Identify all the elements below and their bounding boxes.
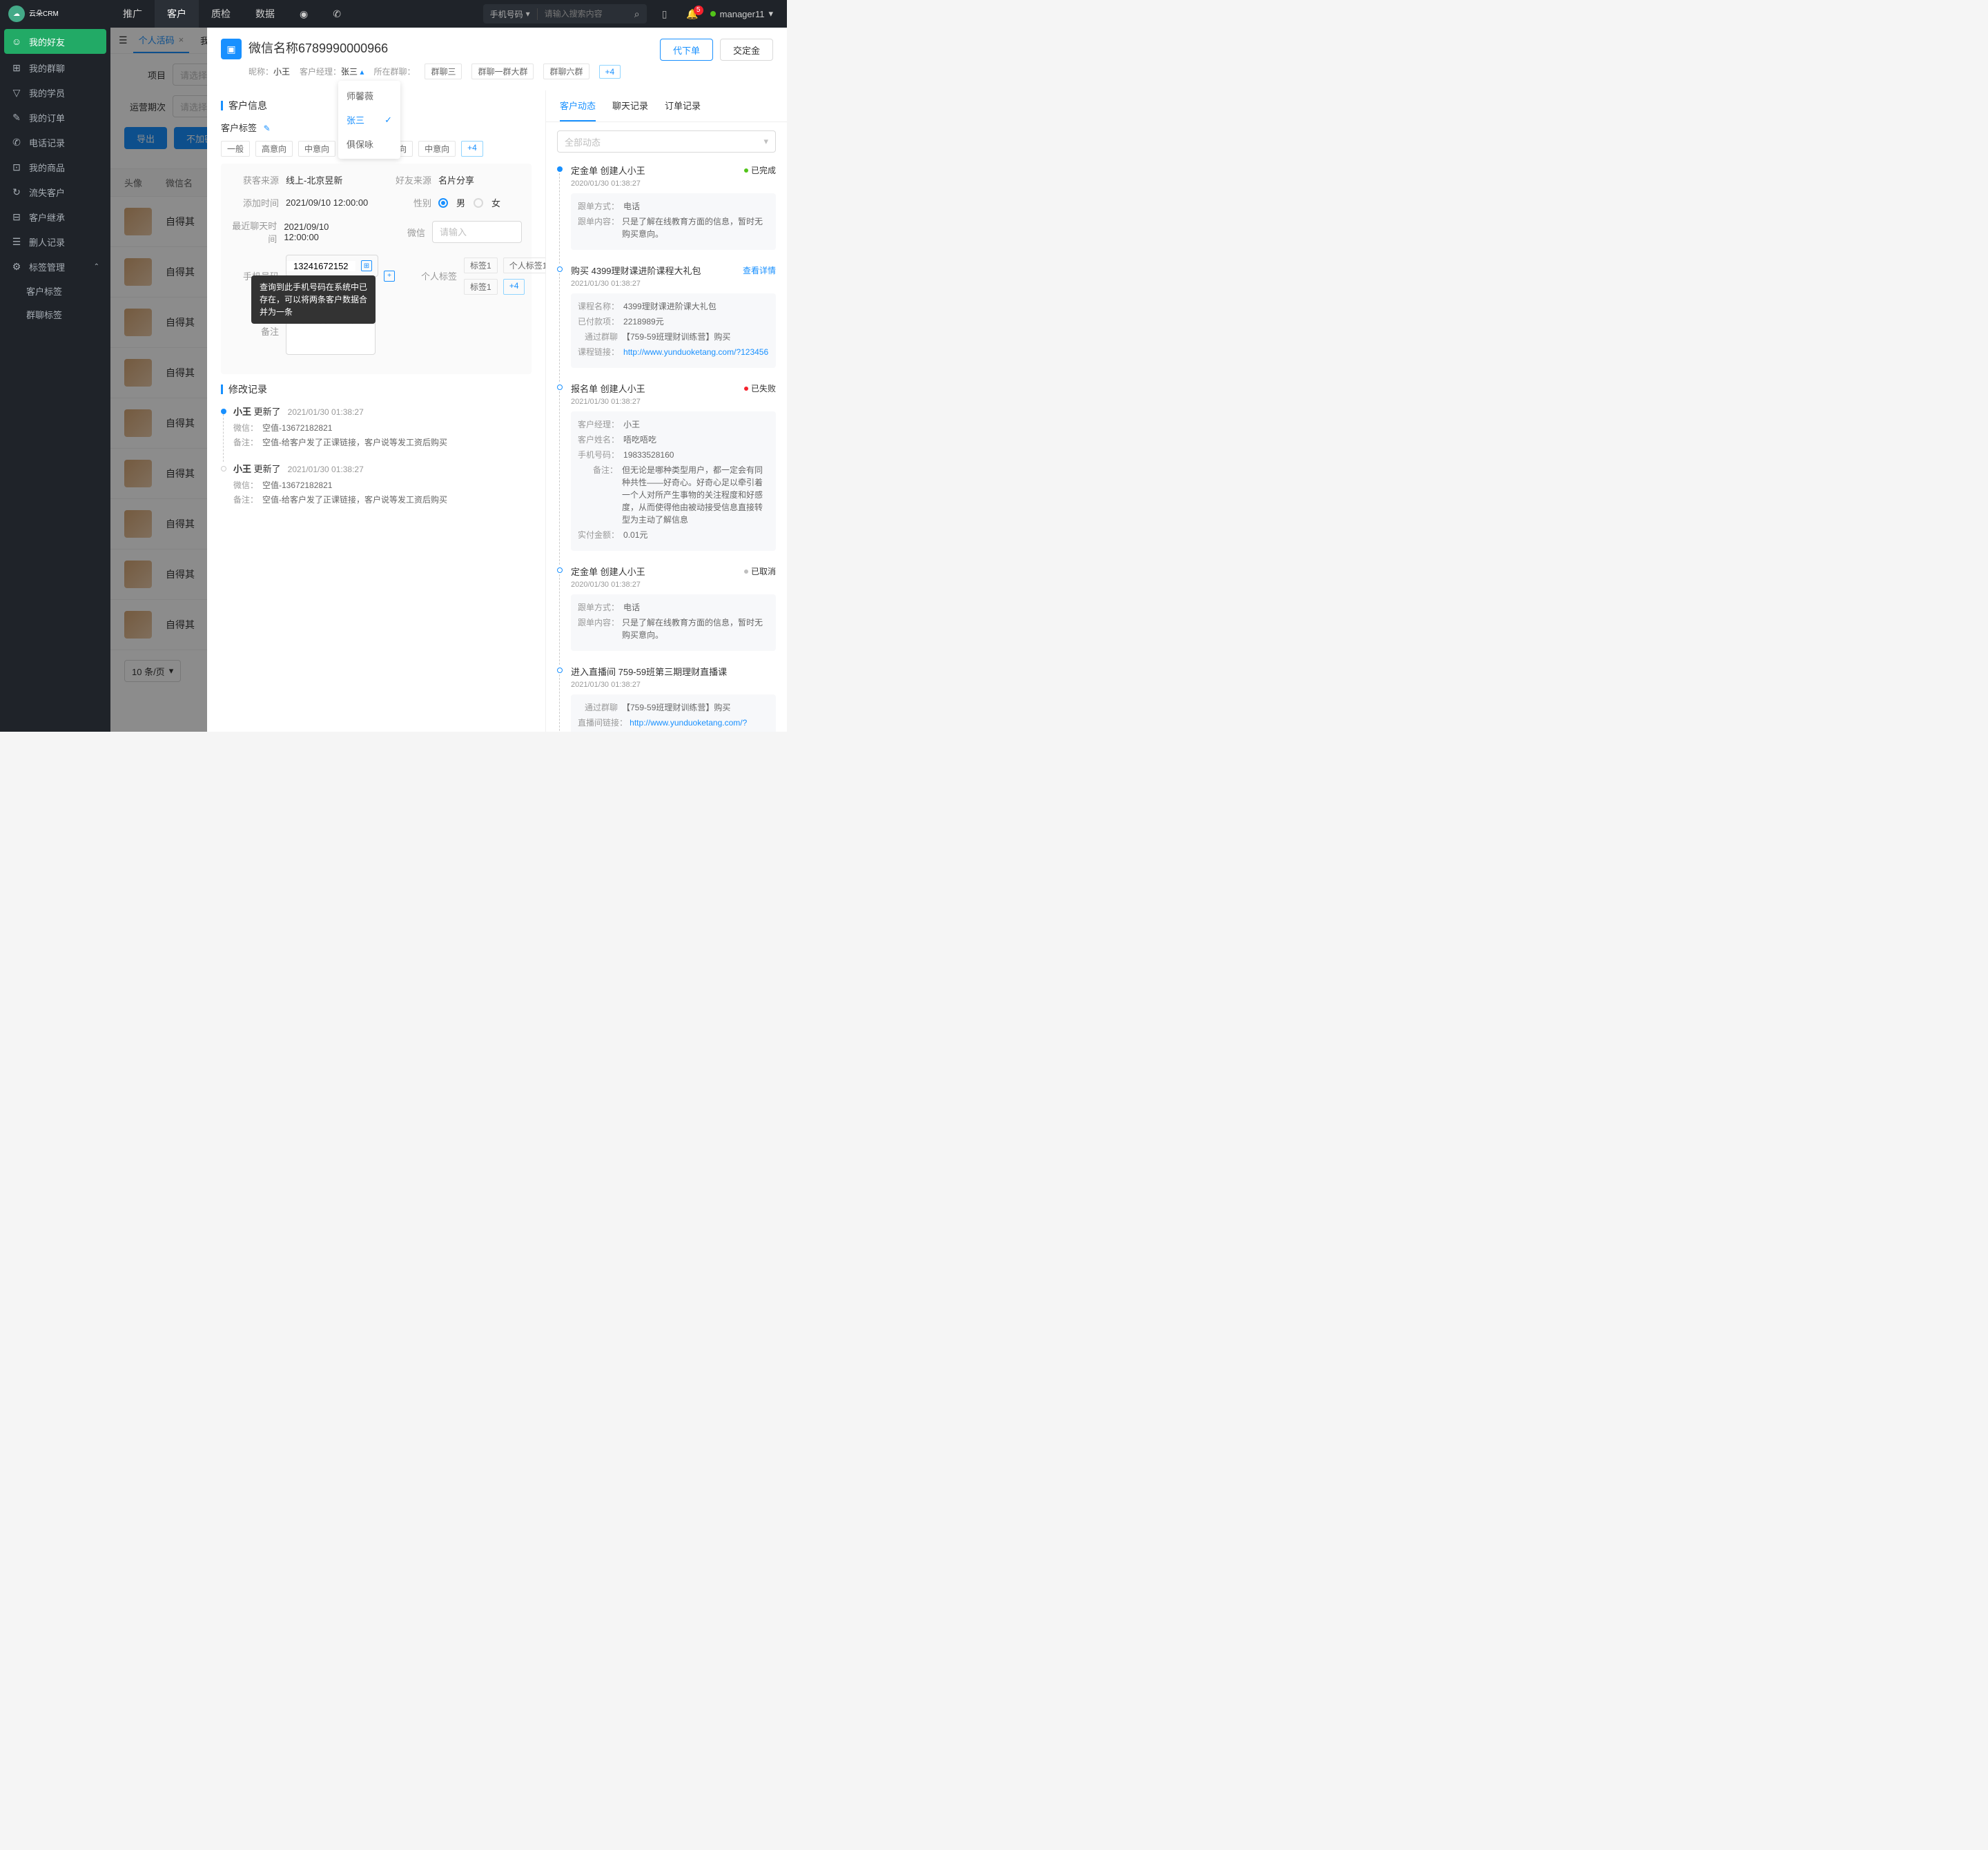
timeline-dot — [557, 266, 563, 272]
tag-chip[interactable]: 中意向 — [298, 141, 335, 157]
sidebar-item-inherit[interactable]: ⊟客户继承 — [0, 204, 110, 229]
chevron-up-icon: ⌃ — [94, 263, 99, 271]
status-badge: 已失败 — [744, 382, 776, 394]
tag-chip[interactable]: 高意向 — [255, 141, 293, 157]
rtab-chat[interactable]: 聊天记录 — [612, 90, 648, 121]
logo-brand: 云朵CRM — [29, 10, 59, 18]
phone-check-icon[interactable]: ⊞ — [361, 260, 372, 271]
order-button[interactable]: 代下单 — [660, 39, 713, 61]
radio-female[interactable] — [474, 198, 483, 208]
tag-label: 客户标签 — [221, 123, 257, 133]
deposit-button[interactable]: 交定金 — [720, 39, 773, 61]
search-type-select[interactable]: 手机号码▾ — [483, 8, 538, 20]
sidebar-item-lost[interactable]: ↻流失客户 — [0, 179, 110, 204]
sidebar-item-delete[interactable]: ☰删人记录 — [0, 229, 110, 254]
phone-input[interactable] — [286, 261, 355, 271]
group-chip-more[interactable]: +4 — [599, 65, 621, 79]
bell-icon[interactable]: 🔔5 — [683, 8, 702, 20]
manager-select[interactable]: 张三 ▴ — [341, 67, 364, 77]
nav-phone-icon[interactable]: ✆ — [320, 0, 353, 28]
nav-data[interactable]: 数据 — [243, 0, 287, 28]
logo-icon: ☁ — [8, 6, 25, 22]
tag-chip[interactable]: 一般 — [221, 141, 250, 157]
sidebar-item-goods[interactable]: ⊡我的商品 — [0, 155, 110, 179]
top-nav: 推广 客户 质检 数据 ◉ ✆ — [110, 0, 353, 28]
badge: 5 — [694, 6, 703, 15]
smile-icon: ☺ — [11, 36, 22, 47]
phone-input-wrap: ⊞ — [286, 255, 378, 277]
chevron-up-icon: ▴ — [360, 67, 364, 77]
status-badge: 已取消 — [744, 565, 776, 577]
sidebar-item-groups[interactable]: ⊞我的群聊 — [0, 55, 110, 80]
status-badge: 已完成 — [744, 164, 776, 176]
timeline-card: 客户经理：小王客户姓名：唔吃唔吃手机号码：19833528160备注：但无论是哪… — [571, 411, 776, 551]
customer-title: 微信名称6789990000966 — [248, 39, 621, 57]
nav-qc[interactable]: 质检 — [199, 0, 243, 28]
dropdown-option[interactable]: 张三✓ — [338, 108, 400, 132]
timeline-card: 课程名称：4399理财课进阶课大礼包已付款项：2218989元通过群聊【759-… — [571, 293, 776, 368]
sidebar-item-friends[interactable]: ☺我的好友 — [4, 29, 106, 54]
tag-chip-more[interactable]: +4 — [461, 141, 483, 157]
group-chip[interactable]: 群聊一群大群 — [471, 64, 534, 79]
topbar: ☁ 云朵CRM 推广 客户 质检 数据 ◉ ✆ 手机号码▾ ⌕ ▯ 🔔5 man… — [0, 0, 787, 28]
timeline-dot — [557, 567, 563, 573]
search-icon[interactable]: ⌕ — [627, 8, 647, 20]
mobile-icon[interactable]: ▯ — [655, 8, 674, 20]
logo[interactable]: ☁ 云朵CRM — [0, 6, 110, 22]
timeline-dot — [557, 668, 563, 673]
section-modify-log: 修改记录 — [221, 382, 532, 396]
sidebar-sub-customer-tags[interactable]: 客户标签 — [0, 279, 110, 302]
log-dot — [221, 466, 226, 471]
rtab-orders[interactable]: 订单记录 — [665, 90, 701, 121]
search: 手机号码▾ ⌕ — [483, 4, 647, 23]
ptag-chip[interactable]: 标签1 — [464, 257, 498, 273]
dropdown-option[interactable]: 俱保咏 — [338, 132, 400, 156]
ptag-chip[interactable]: 标签1 — [464, 279, 498, 295]
timeline-dot — [557, 384, 563, 390]
customer-icon: ▣ — [221, 39, 242, 59]
view-detail-link[interactable]: 查看详情 — [743, 264, 776, 276]
user-menu[interactable]: manager11 ▾ — [710, 8, 773, 19]
phone-tooltip: 查询到此手机号码在系统中已存在，可以将两条客户数据合并为一条 — [251, 275, 376, 324]
wechat-input[interactable] — [432, 221, 522, 243]
activity-filter[interactable]: 全部动态▾ — [557, 130, 776, 153]
group-chip[interactable]: 群聊三 — [425, 64, 462, 79]
timeline-card: 通过群聊【759-59班理财训练营】购买直播间链接：http://www.yun… — [571, 694, 776, 732]
tag-chip[interactable]: 中意向 — [418, 141, 456, 157]
nav-user-icon[interactable]: ◉ — [287, 0, 320, 28]
sidebar-item-calls[interactable]: ✆电话记录 — [0, 130, 110, 155]
sidebar-item-tags[interactable]: ⚙标签管理⌃ — [0, 254, 110, 279]
timeline-card: 跟单方式：电话跟单内容：只是了解在线教育方面的信息，暂时无购买意向。 — [571, 193, 776, 250]
rtab-activity[interactable]: 客户动态 — [560, 90, 596, 121]
status-dot — [710, 11, 716, 17]
edit-tags-icon[interactable]: ✎ — [264, 124, 271, 133]
timeline: 定金单 创建人小王已完成2020/01/30 01:38:27跟单方式：电话跟单… — [546, 153, 787, 732]
manager-dropdown: 师馨薇 张三✓ 俱保咏 — [338, 81, 400, 159]
search-input[interactable] — [538, 9, 627, 19]
radio-male[interactable] — [438, 198, 448, 208]
chevron-down-icon: ▾ — [768, 8, 773, 19]
sidebar-item-students[interactable]: ▽我的学员 — [0, 80, 110, 105]
chevron-down-icon: ▾ — [763, 136, 768, 147]
right-tabs: 客户动态 聊天记录 订单记录 — [546, 90, 787, 122]
timeline-dot — [557, 166, 563, 172]
nav-customer[interactable]: 客户 — [155, 0, 199, 28]
dropdown-option[interactable]: 师馨薇 — [338, 84, 400, 108]
log-dot — [221, 409, 226, 414]
customer-drawer: ▣ 微信名称6789990000966 昵称：小王 客户经理：张三 ▴ 师馨薇 … — [207, 28, 787, 732]
sidebar-sub-group-tags[interactable]: 群聊标签 — [0, 302, 110, 326]
sidebar-item-orders[interactable]: ✎我的订单 — [0, 105, 110, 130]
ptag-chip[interactable]: 个人标签12 — [503, 257, 545, 273]
check-icon: ✓ — [384, 115, 392, 126]
ptag-chip-more[interactable]: +4 — [503, 279, 525, 295]
timeline-card: 跟单方式：电话跟单内容：只是了解在线教育方面的信息，暂时无购买意向。 — [571, 594, 776, 651]
group-chip[interactable]: 群聊六群 — [543, 64, 589, 79]
nav-promo[interactable]: 推广 — [110, 0, 155, 28]
sidebar: ☺我的好友 ⊞我的群聊 ▽我的学员 ✎我的订单 ✆电话记录 ⊡我的商品 ↻流失客… — [0, 28, 110, 732]
phone-add-icon[interactable]: + — [384, 271, 395, 282]
chevron-down-icon: ▾ — [526, 9, 530, 19]
